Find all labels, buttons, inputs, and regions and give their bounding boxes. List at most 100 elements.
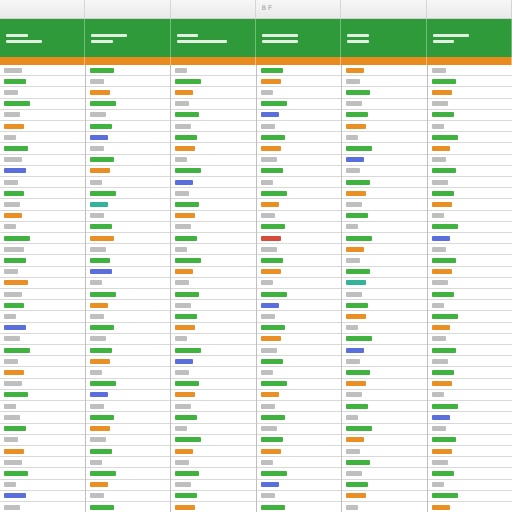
cell[interactable]: [0, 390, 85, 401]
cell[interactable]: [428, 300, 512, 311]
cell[interactable]: [257, 379, 342, 390]
cell[interactable]: [171, 267, 256, 278]
cell[interactable]: [171, 356, 256, 367]
cell[interactable]: [257, 222, 342, 233]
cell[interactable]: [428, 289, 512, 300]
cell[interactable]: [86, 143, 171, 154]
cell[interactable]: [0, 199, 85, 210]
cell[interactable]: [428, 345, 512, 356]
cell[interactable]: [0, 143, 85, 154]
cell[interactable]: [171, 345, 256, 356]
cell[interactable]: [428, 424, 512, 435]
cell[interactable]: [342, 177, 427, 188]
cell[interactable]: [342, 255, 427, 266]
cell[interactable]: [257, 480, 342, 491]
cell[interactable]: [257, 255, 342, 266]
cell[interactable]: [171, 143, 256, 154]
cell[interactable]: [428, 121, 512, 132]
header-col[interactable]: [341, 19, 426, 57]
cell[interactable]: [86, 244, 171, 255]
cell[interactable]: [257, 166, 342, 177]
cell[interactable]: [171, 424, 256, 435]
cell[interactable]: [86, 267, 171, 278]
cell[interactable]: [86, 468, 171, 479]
cell[interactable]: [86, 76, 171, 87]
cell[interactable]: [171, 166, 256, 177]
cell[interactable]: [171, 199, 256, 210]
cell[interactable]: [257, 76, 342, 87]
cell[interactable]: [342, 468, 427, 479]
cell[interactable]: [257, 300, 342, 311]
cell[interactable]: [86, 311, 171, 322]
cell[interactable]: [257, 446, 342, 457]
cell[interactable]: [342, 155, 427, 166]
cell[interactable]: [86, 110, 171, 121]
cell[interactable]: [171, 177, 256, 188]
cell[interactable]: [86, 233, 171, 244]
cell[interactable]: [0, 267, 85, 278]
cell[interactable]: [428, 110, 512, 121]
cell[interactable]: [428, 99, 512, 110]
cell[interactable]: [342, 435, 427, 446]
cell[interactable]: [342, 401, 427, 412]
cell[interactable]: [342, 76, 427, 87]
cell[interactable]: [0, 502, 85, 512]
cell[interactable]: [0, 435, 85, 446]
cell[interactable]: [428, 177, 512, 188]
cell[interactable]: [171, 412, 256, 423]
cell[interactable]: [171, 278, 256, 289]
cell[interactable]: [342, 300, 427, 311]
cell[interactable]: [257, 278, 342, 289]
cell[interactable]: [257, 267, 342, 278]
cell[interactable]: [86, 424, 171, 435]
cell[interactable]: [86, 390, 171, 401]
cell[interactable]: [86, 199, 171, 210]
cell[interactable]: [86, 356, 171, 367]
cell[interactable]: [342, 87, 427, 98]
cell[interactable]: [0, 233, 85, 244]
cell[interactable]: [0, 446, 85, 457]
cell[interactable]: [86, 367, 171, 378]
cell[interactable]: [257, 99, 342, 110]
cell[interactable]: [342, 390, 427, 401]
cell[interactable]: [171, 289, 256, 300]
cell[interactable]: [86, 278, 171, 289]
cell[interactable]: [86, 323, 171, 334]
header-col[interactable]: [85, 19, 170, 57]
cell[interactable]: [86, 412, 171, 423]
cell[interactable]: [171, 255, 256, 266]
cell[interactable]: [171, 390, 256, 401]
cell[interactable]: [86, 211, 171, 222]
cell[interactable]: [171, 121, 256, 132]
cell[interactable]: [428, 199, 512, 210]
cell[interactable]: [428, 244, 512, 255]
cell[interactable]: [0, 166, 85, 177]
cell[interactable]: [257, 311, 342, 322]
cell[interactable]: [428, 267, 512, 278]
cell[interactable]: [342, 222, 427, 233]
cell[interactable]: [342, 244, 427, 255]
cell[interactable]: [86, 491, 171, 502]
cell[interactable]: [171, 99, 256, 110]
cell[interactable]: [428, 323, 512, 334]
cell[interactable]: [257, 132, 342, 143]
cell[interactable]: [342, 457, 427, 468]
cell[interactable]: [0, 424, 85, 435]
cell[interactable]: [257, 143, 342, 154]
header-col[interactable]: [171, 19, 256, 57]
cell[interactable]: [0, 379, 85, 390]
cell[interactable]: [257, 188, 342, 199]
cell[interactable]: [428, 491, 512, 502]
cell[interactable]: [0, 222, 85, 233]
ribbon-tab[interactable]: B F: [256, 0, 341, 18]
cell[interactable]: [0, 401, 85, 412]
cell[interactable]: [428, 412, 512, 423]
cell[interactable]: [171, 233, 256, 244]
cell[interactable]: [342, 188, 427, 199]
cell[interactable]: [0, 65, 85, 76]
cell[interactable]: [342, 412, 427, 423]
cell[interactable]: [257, 412, 342, 423]
cell[interactable]: [257, 211, 342, 222]
cell[interactable]: [171, 457, 256, 468]
cell[interactable]: [428, 65, 512, 76]
